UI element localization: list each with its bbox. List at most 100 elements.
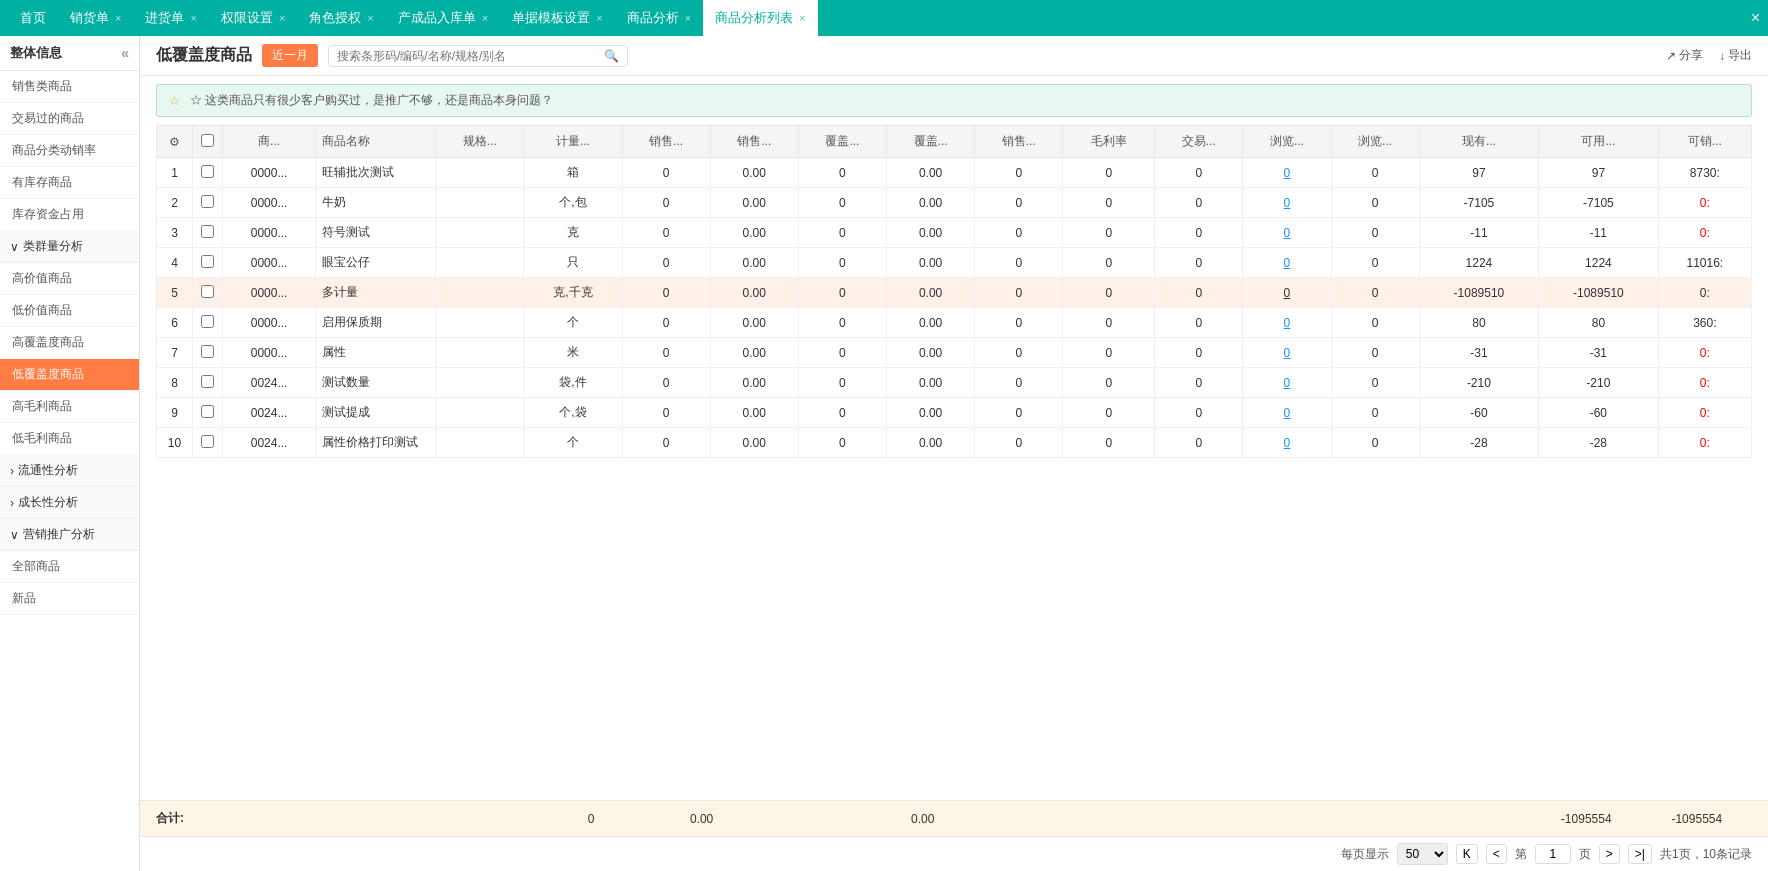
page-label: 第 xyxy=(1515,846,1527,863)
close-icon[interactable]: × xyxy=(799,12,805,24)
nav-tab-home[interactable]: 首页 xyxy=(8,0,58,36)
cell-browse1[interactable]: 0 xyxy=(1243,188,1331,218)
sidebar-item-high-gross[interactable]: 高毛利商品 xyxy=(0,391,139,423)
cell-browse2: 0 xyxy=(1331,308,1419,338)
row-checkbox[interactable] xyxy=(201,435,214,448)
cell-check[interactable] xyxy=(193,398,223,428)
sidebar-item-high-value[interactable]: 高价值商品 xyxy=(0,263,139,295)
sidebar-group-cluster-analysis[interactable]: ∨ 类群量分析 xyxy=(0,231,139,263)
sidebar-item-category-rate[interactable]: 商品分类动销率 xyxy=(0,135,139,167)
nav-tab-goods-analysis-list[interactable]: 商品分析列表 × xyxy=(703,0,817,36)
cell-browse1[interactable]: 0 xyxy=(1243,218,1331,248)
share-button[interactable]: ↗ 分享 xyxy=(1666,47,1703,64)
nav-tab-templates[interactable]: 单据模板设置 × xyxy=(500,0,614,36)
close-icon[interactable]: × xyxy=(367,12,373,24)
close-icon[interactable]: × xyxy=(115,12,121,24)
cell-check[interactable] xyxy=(193,368,223,398)
cell-browse1[interactable]: 0 xyxy=(1243,398,1331,428)
cell-unit: 个 xyxy=(524,428,622,458)
cell-cover2: 0.00 xyxy=(886,188,974,218)
row-checkbox[interactable] xyxy=(201,345,214,358)
row-checkbox[interactable] xyxy=(201,285,214,298)
cell-sales-qty: 0 xyxy=(622,338,710,368)
table-row: 5 0000... 多计量 克,千克 0 0.00 0 0.00 0 0 0 0… xyxy=(157,278,1752,308)
cell-check[interactable] xyxy=(193,158,223,188)
cell-browse1[interactable]: 0 xyxy=(1243,368,1331,398)
cell-browse1[interactable]: 0 xyxy=(1243,278,1331,308)
row-checkbox[interactable] xyxy=(201,195,214,208)
nav-tab-purchase[interactable]: 进货单 × xyxy=(133,0,208,36)
per-page-select[interactable]: 50 20 100 200 xyxy=(1397,843,1448,865)
cell-check[interactable] xyxy=(193,308,223,338)
table-row: 3 0000... 符号测试 克 0 0.00 0 0.00 0 0 0 0 0… xyxy=(157,218,1752,248)
nav-tab-products-in[interactable]: 产成品入库单 × xyxy=(386,0,500,36)
sidebar-item-inventory-funds[interactable]: 库存资金占用 xyxy=(0,199,139,231)
cell-cover2: 0.00 xyxy=(886,248,974,278)
col-header-spec: 规格... xyxy=(436,126,524,158)
nav-tab-goods-analysis[interactable]: 商品分析 × xyxy=(615,0,703,36)
cell-check[interactable] xyxy=(193,338,223,368)
top-navigation: 首页 销货单 × 进货单 × 权限设置 × 角色授权 × 产成品入库单 × 单据… xyxy=(0,0,1768,36)
cell-seq: 5 xyxy=(157,278,193,308)
close-icon[interactable]: × xyxy=(685,12,691,24)
cell-sales3: 0 xyxy=(975,428,1063,458)
cell-check[interactable] xyxy=(193,248,223,278)
period-button[interactable]: 近一月 xyxy=(262,44,318,67)
sidebar-item-high-coverage[interactable]: 高覆盖度商品 xyxy=(0,327,139,359)
row-checkbox[interactable] xyxy=(201,405,214,418)
cell-name: 符号测试 xyxy=(316,218,436,248)
row-checkbox[interactable] xyxy=(201,165,214,178)
nav-tab-sales[interactable]: 销货单 × xyxy=(58,0,133,36)
cell-name: 多计量 xyxy=(316,278,436,308)
close-icon[interactable]: × xyxy=(279,12,285,24)
cell-available: -28 xyxy=(1539,428,1658,458)
row-checkbox[interactable] xyxy=(201,375,214,388)
cell-check[interactable] xyxy=(193,218,223,248)
sidebar-item-traded-goods[interactable]: 交易过的商品 xyxy=(0,103,139,135)
last-page-button[interactable]: >| xyxy=(1628,844,1652,864)
sidebar-collapse-button[interactable]: « xyxy=(121,45,129,61)
sidebar-item-in-stock[interactable]: 有库存商品 xyxy=(0,167,139,199)
close-icon[interactable]: × xyxy=(190,12,196,24)
sidebar-group-growth[interactable]: › 成长性分析 xyxy=(0,487,139,519)
next-page-button[interactable]: > xyxy=(1599,844,1620,864)
cell-seq: 1 xyxy=(157,158,193,188)
cell-check[interactable] xyxy=(193,428,223,458)
cell-check[interactable] xyxy=(193,188,223,218)
sidebar-item-all-goods[interactable]: 全部商品 xyxy=(0,551,139,583)
sidebar-item-low-coverage[interactable]: 低覆盖度商品 xyxy=(0,359,139,391)
cell-seq: 3 xyxy=(157,218,193,248)
close-icon[interactable]: × xyxy=(482,12,488,24)
page-number-input[interactable] xyxy=(1535,844,1571,864)
sidebar-group-liquidity[interactable]: › 流通性分析 xyxy=(0,455,139,487)
search-input[interactable] xyxy=(337,49,604,63)
close-all-tabs-button[interactable]: × xyxy=(1751,9,1760,27)
row-checkbox[interactable] xyxy=(201,225,214,238)
cell-browse1[interactable]: 0 xyxy=(1243,158,1331,188)
cell-sales-qty: 0 xyxy=(622,158,710,188)
sidebar-item-low-value[interactable]: 低价值商品 xyxy=(0,295,139,327)
prev-page-button[interactable]: < xyxy=(1486,844,1507,864)
search-icon[interactable]: 🔍 xyxy=(604,49,619,63)
cell-gross: 0 xyxy=(1063,248,1155,278)
cell-unit: 箱 xyxy=(524,158,622,188)
nav-tab-roles[interactable]: 角色授权 × xyxy=(297,0,385,36)
sidebar-item-low-gross[interactable]: 低毛利商品 xyxy=(0,423,139,455)
cell-browse1[interactable]: 0 xyxy=(1243,308,1331,338)
settings-icon[interactable]: ⚙ xyxy=(169,135,180,149)
first-page-button[interactable]: K xyxy=(1456,844,1478,864)
sidebar-group-marketing[interactable]: ∨ 营销推广分析 xyxy=(0,519,139,551)
cell-browse1[interactable]: 0 xyxy=(1243,338,1331,368)
sidebar-item-sales-goods[interactable]: 销售类商品 xyxy=(0,71,139,103)
cell-browse1[interactable]: 0 xyxy=(1243,428,1331,458)
close-icon[interactable]: × xyxy=(596,12,602,24)
cell-browse1[interactable]: 0 xyxy=(1243,248,1331,278)
export-button[interactable]: ↓ 导出 xyxy=(1719,47,1752,64)
table-container: ⚙ 商... 商品名称 规格... 计量... 销售... 销售... 覆盖..… xyxy=(140,125,1768,800)
cell-check[interactable] xyxy=(193,278,223,308)
select-all-checkbox[interactable] xyxy=(201,134,214,147)
row-checkbox[interactable] xyxy=(201,315,214,328)
nav-tab-permissions[interactable]: 权限设置 × xyxy=(209,0,297,36)
row-checkbox[interactable] xyxy=(201,255,214,268)
sidebar-item-new-goods[interactable]: 新品 xyxy=(0,583,139,615)
